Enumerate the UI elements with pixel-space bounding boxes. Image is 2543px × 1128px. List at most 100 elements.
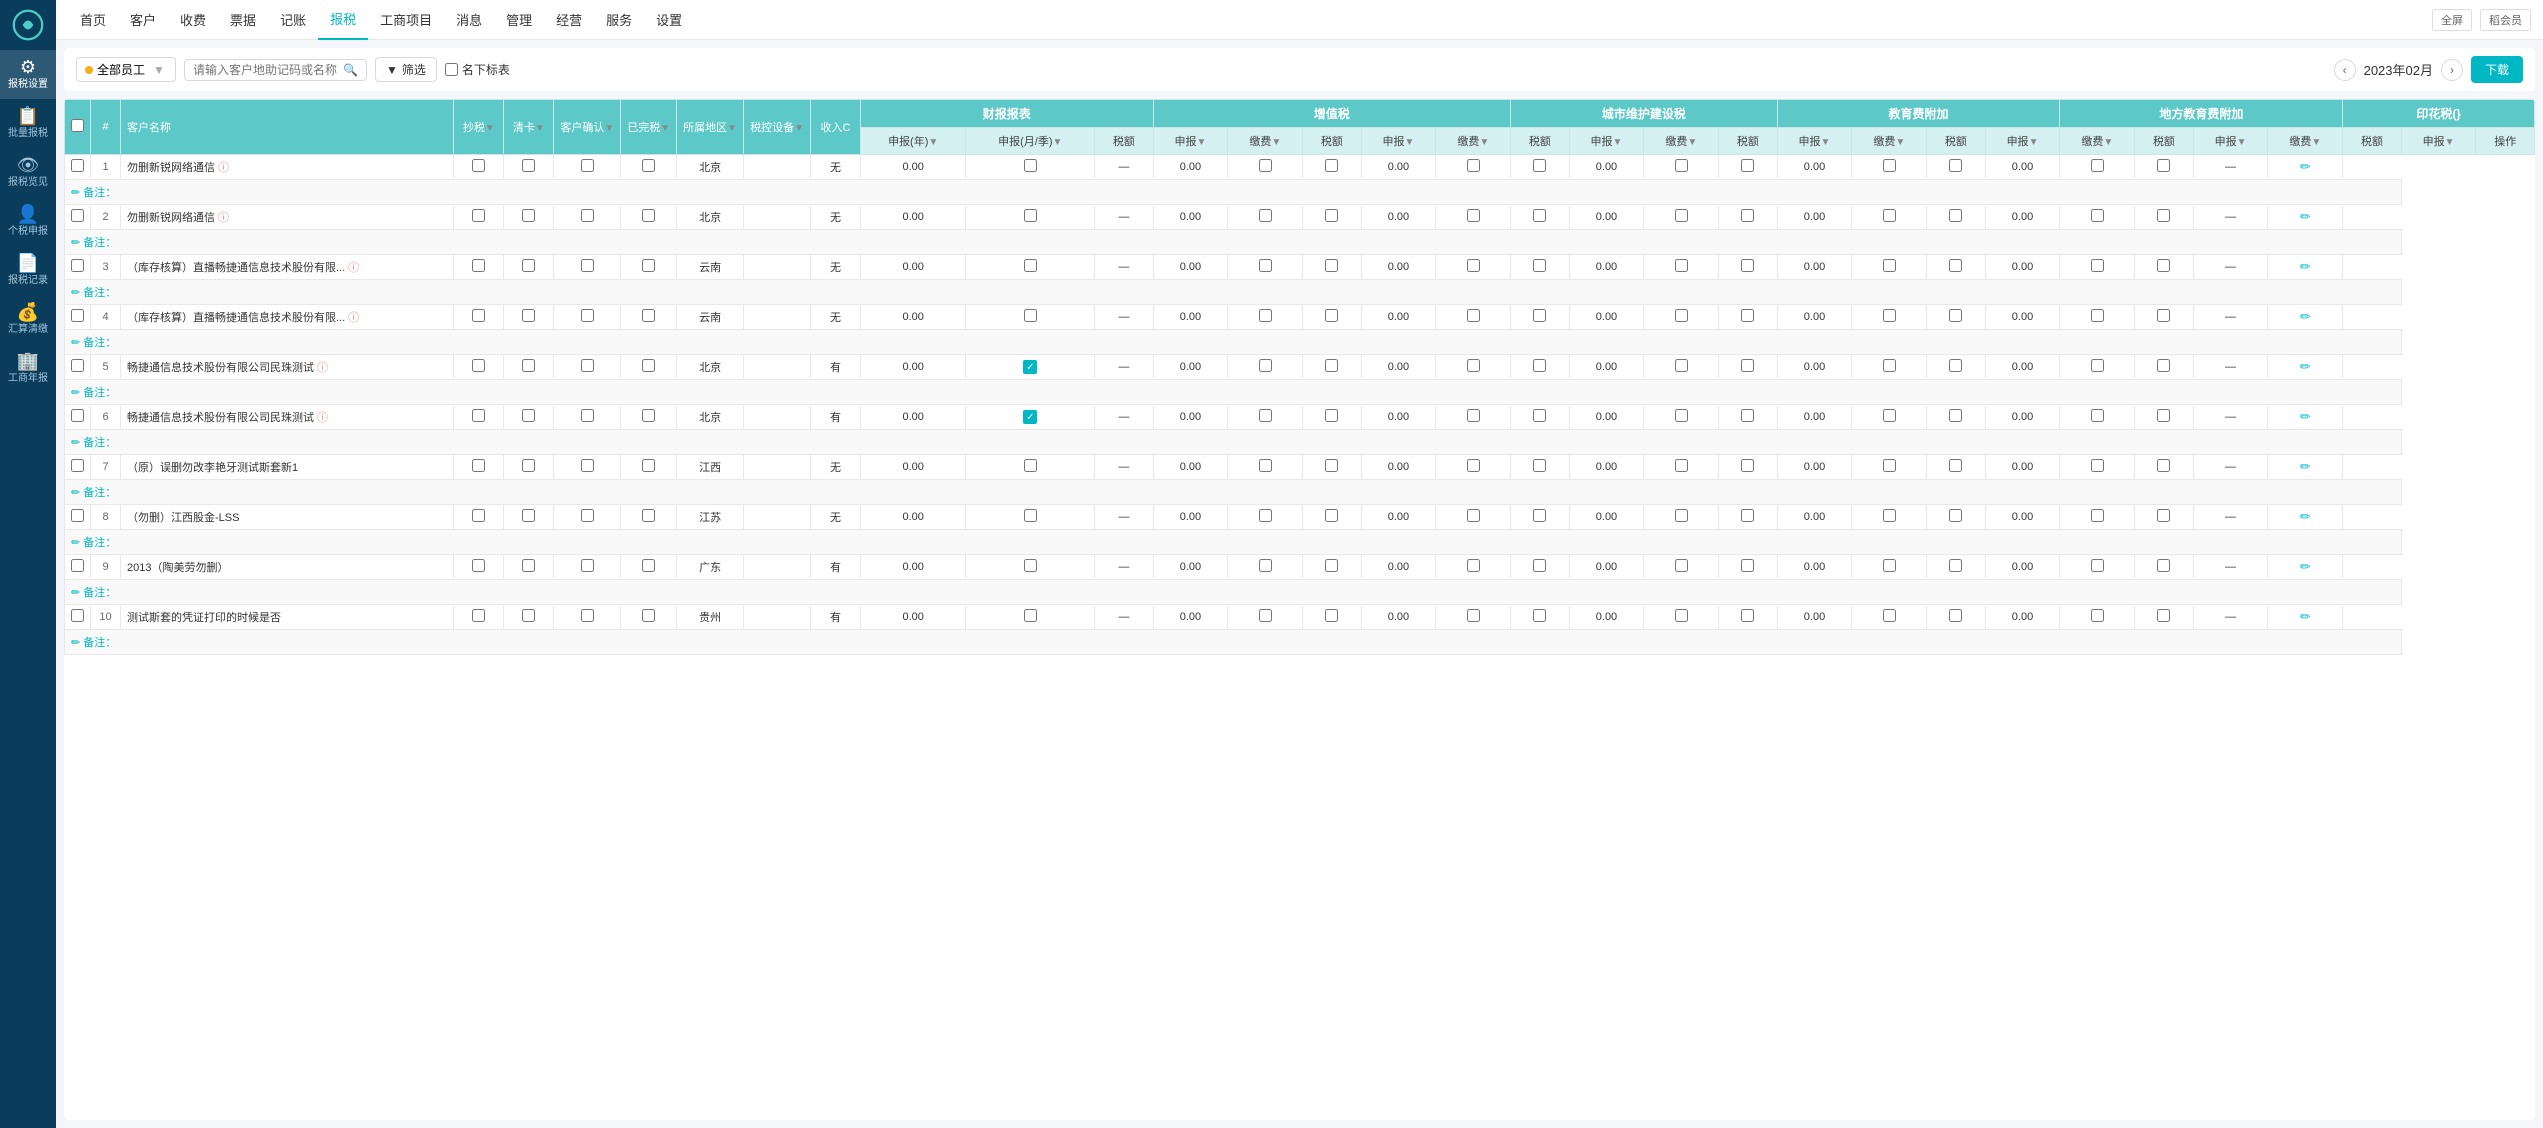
sidebar-item-piliang-baoshui[interactable]: 📋 批量报税	[0, 99, 56, 148]
zz-checkbox2[interactable]	[1325, 159, 1338, 172]
qingka-checkbox[interactable]	[522, 359, 535, 372]
yh-checkbox2[interactable]	[2157, 159, 2170, 172]
confirm-checkbox[interactable]	[581, 409, 594, 422]
filter-button[interactable]: ▼ 筛选	[375, 57, 437, 82]
confirm-checkbox[interactable]	[581, 609, 594, 622]
chaoshui-checkbox[interactable]	[472, 259, 485, 272]
sidebar-item-baoshui-lanjian[interactable]: 👁 报税览见	[0, 148, 56, 197]
cs-checkbox2[interactable]	[1533, 259, 1546, 272]
confirm-checkbox[interactable]	[581, 259, 594, 272]
edit-icon[interactable]: ✏	[2300, 409, 2311, 424]
cs-checkbox1[interactable]	[1467, 309, 1480, 322]
qingka-checkbox[interactable]	[522, 459, 535, 472]
zz-checkbox2[interactable]	[1325, 359, 1338, 372]
nav-invoice[interactable]: 票据	[218, 0, 268, 40]
df-checkbox1[interactable]	[1883, 559, 1896, 572]
caibao-year-checkbox[interactable]	[1024, 509, 1037, 522]
cs-checkbox1[interactable]	[1467, 359, 1480, 372]
cs-checkbox2[interactable]	[1533, 209, 1546, 222]
df-checkbox2[interactable]	[1949, 509, 1962, 522]
caibao-year-checkbox[interactable]	[1024, 559, 1037, 572]
qingka-checkbox[interactable]	[522, 309, 535, 322]
nav-message[interactable]: 消息	[444, 0, 494, 40]
zz-checkbox2[interactable]	[1325, 209, 1338, 222]
zz-checkbox2[interactable]	[1325, 309, 1338, 322]
date-next-button[interactable]: ›	[2441, 59, 2463, 81]
df-checkbox2[interactable]	[1949, 609, 1962, 622]
jy-checkbox1[interactable]	[1675, 509, 1688, 522]
jy-checkbox1[interactable]	[1675, 159, 1688, 172]
cs-checkbox2[interactable]	[1533, 459, 1546, 472]
paid-checkbox[interactable]	[642, 159, 655, 172]
edit-icon[interactable]: ✏	[2300, 359, 2311, 374]
sidebar-item-baoshui-jilu[interactable]: 📄 报税记录	[0, 246, 56, 295]
cs-checkbox1[interactable]	[1467, 559, 1480, 572]
chaoshui-checkbox[interactable]	[472, 359, 485, 372]
yh-checkbox2[interactable]	[2157, 509, 2170, 522]
edit-icon[interactable]: ✏	[2300, 159, 2311, 174]
edit-icon[interactable]: ✏	[2300, 559, 2311, 574]
df-checkbox1[interactable]	[1883, 259, 1896, 272]
yh-checkbox1[interactable]	[2091, 409, 2104, 422]
yh-checkbox2[interactable]	[2157, 609, 2170, 622]
row-checkbox[interactable]	[71, 309, 84, 322]
confirm-checkbox[interactable]	[581, 359, 594, 372]
zz-checkbox1[interactable]	[1259, 359, 1272, 372]
nav-manage[interactable]: 管理	[494, 0, 544, 40]
confirm-checkbox[interactable]	[581, 559, 594, 572]
row-checkbox[interactable]	[71, 359, 84, 372]
chaoshui-checkbox[interactable]	[472, 309, 485, 322]
download-button[interactable]: 下载	[2471, 56, 2523, 83]
jy-checkbox1[interactable]	[1675, 609, 1688, 622]
jy-checkbox2[interactable]	[1741, 309, 1754, 322]
edit-icon[interactable]: ✏	[2300, 309, 2311, 324]
cs-checkbox2[interactable]	[1533, 409, 1546, 422]
yh-checkbox1[interactable]	[2091, 609, 2104, 622]
jy-checkbox2[interactable]	[1741, 209, 1754, 222]
df-checkbox1[interactable]	[1883, 459, 1896, 472]
nav-service[interactable]: 服务	[594, 0, 644, 40]
df-checkbox1[interactable]	[1883, 609, 1896, 622]
jy-checkbox2[interactable]	[1741, 559, 1754, 572]
cs-checkbox2[interactable]	[1533, 309, 1546, 322]
nav-settings[interactable]: 设置	[644, 0, 694, 40]
zz-checkbox1[interactable]	[1259, 209, 1272, 222]
select-all-checkbox[interactable]	[71, 119, 84, 132]
nav-tax[interactable]: 报税	[318, 0, 368, 40]
jy-checkbox2[interactable]	[1741, 259, 1754, 272]
yh-checkbox2[interactable]	[2157, 359, 2170, 372]
yh-checkbox1[interactable]	[2091, 509, 2104, 522]
chaoshui-checkbox[interactable]	[472, 159, 485, 172]
caibao-year-checkbox[interactable]	[1024, 609, 1037, 622]
edit-icon[interactable]: ✏	[2300, 609, 2311, 624]
df-checkbox1[interactable]	[1883, 359, 1896, 372]
caibao-year-checkbox[interactable]	[1024, 309, 1037, 322]
yh-checkbox2[interactable]	[2157, 459, 2170, 472]
zz-checkbox1[interactable]	[1259, 259, 1272, 272]
sidebar-item-gongshang-nianbao[interactable]: 🏢 工商年报	[0, 344, 56, 393]
cs-checkbox2[interactable]	[1533, 509, 1546, 522]
confirm-checkbox[interactable]	[581, 509, 594, 522]
paid-checkbox[interactable]	[642, 209, 655, 222]
sidebar-item-geshui-shenbao[interactable]: 👤 个税申报	[0, 197, 56, 246]
yh-checkbox2[interactable]	[2157, 259, 2170, 272]
row-checkbox[interactable]	[71, 559, 84, 572]
jy-checkbox1[interactable]	[1675, 309, 1688, 322]
zz-checkbox2[interactable]	[1325, 559, 1338, 572]
member-button[interactable]: 稻会员	[2480, 9, 2531, 31]
search-box[interactable]: 🔍	[184, 59, 367, 81]
jy-checkbox1[interactable]	[1675, 259, 1688, 272]
qingka-checkbox[interactable]	[522, 409, 535, 422]
df-checkbox2[interactable]	[1949, 159, 1962, 172]
nav-customer[interactable]: 客户	[118, 0, 168, 40]
zz-checkbox1[interactable]	[1259, 459, 1272, 472]
paid-checkbox[interactable]	[642, 309, 655, 322]
nav-home[interactable]: 首页	[68, 0, 118, 40]
cs-checkbox1[interactable]	[1467, 209, 1480, 222]
yh-checkbox1[interactable]	[2091, 309, 2104, 322]
nav-operation[interactable]: 经营	[544, 0, 594, 40]
cs-checkbox2[interactable]	[1533, 609, 1546, 622]
row-checkbox[interactable]	[71, 609, 84, 622]
zz-checkbox1[interactable]	[1259, 509, 1272, 522]
cs-checkbox2[interactable]	[1533, 159, 1546, 172]
